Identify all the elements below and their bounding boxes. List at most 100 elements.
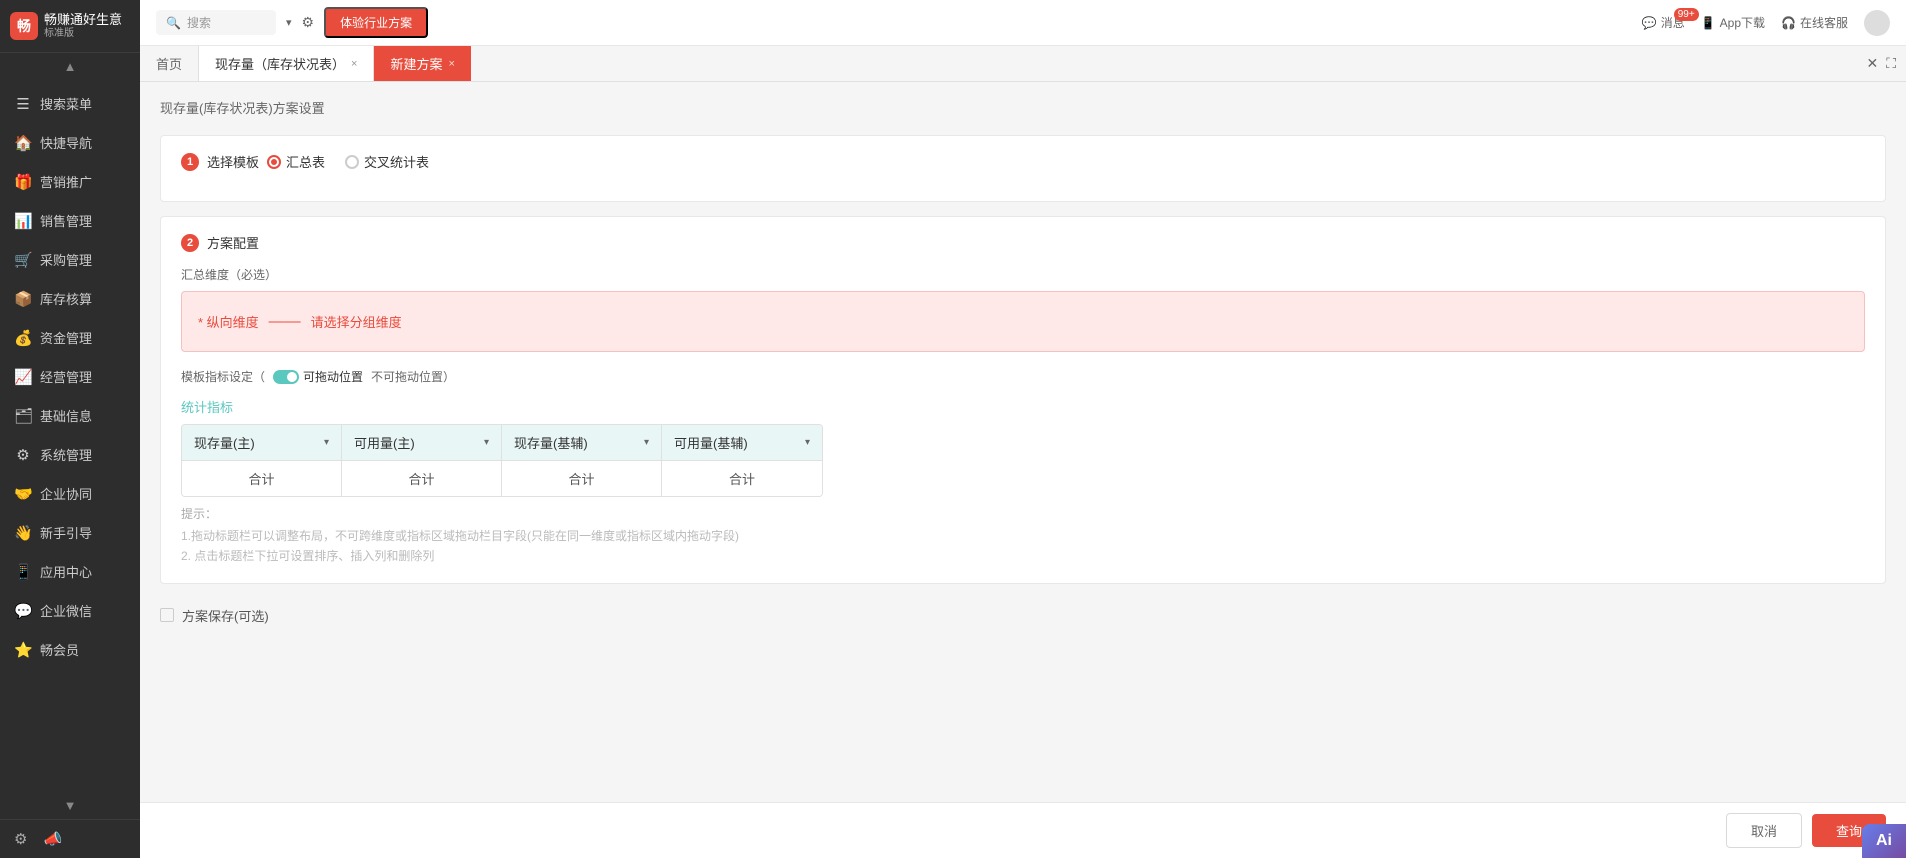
nav-icon-6: 💰 (14, 329, 32, 347)
topbar-right: 💬 消息 99+ 📱 App下载 🎧 在线客服 (1642, 10, 1890, 36)
sidebar-item-9[interactable]: ⚙ 系统管理 (0, 435, 140, 474)
sidebar-item-12[interactable]: 📱 应用中心 (0, 552, 140, 591)
stats-header-cell-1[interactable]: 可用量(主)▾ (342, 425, 502, 460)
template-radio-group: 汇总表 交叉统计表 (267, 152, 429, 171)
step2-badge: 2 (181, 234, 199, 252)
logo-sub: 标准版 (44, 28, 122, 40)
nav-icon-5: 📦 (14, 290, 32, 308)
search-box[interactable]: 🔍 搜索 (156, 10, 276, 35)
stats-header-cell-3[interactable]: 可用量(基辅) ▾ (662, 425, 822, 460)
summary-label: 汇总维度（必选） (181, 266, 1865, 283)
trial-button[interactable]: 体验行业方案 (324, 7, 428, 38)
search-icon: 🔍 (166, 16, 181, 30)
dimension-placeholder-text: 请选择分组维度 (311, 312, 402, 331)
tabbar: 首页 现存量（库存状况表） × 新建方案 × ✕ ⛶ (140, 46, 1906, 82)
radio-cross-label: 交叉统计表 (364, 152, 429, 171)
tab-inventory[interactable]: 现存量（库存状况表） × (199, 46, 374, 81)
toggle-movable[interactable]: 可拖动位置 (273, 368, 363, 385)
tab-new-close[interactable]: × (448, 58, 454, 70)
headset-icon: 🎧 (1781, 16, 1796, 30)
chevron-down-icon-1[interactable]: ▾ (484, 437, 489, 448)
tab-new[interactable]: 新建方案 × (374, 46, 470, 81)
gear-icon[interactable]: ⚙ (302, 14, 315, 31)
topbar: 🔍 搜索 ▾ ⚙ 体验行业方案 💬 消息 99+ 📱 App下载 🎧 在线客服 (140, 0, 1906, 46)
speaker-icon[interactable]: 📣 (43, 830, 62, 848)
sidebar-item-4[interactable]: 🛒 采购管理 (0, 240, 140, 279)
chevron-down-icon-3[interactable]: ▾ (805, 437, 810, 448)
sidebar-item-2[interactable]: 🎁 营销推广 (0, 162, 140, 201)
tips-section: 提示： 1.拖动标题栏可以调整布局，不可跨维度或指标区域拖动栏目字段(只能在同一… (181, 505, 1865, 567)
stats-header-text-2: 现存量(基辅) (514, 433, 588, 452)
radio-summary[interactable]: 汇总表 (267, 152, 325, 171)
sidebar-item-8[interactable]: 🗂 基础信息 (0, 396, 140, 435)
message-badge: 99+ (1674, 8, 1699, 21)
tab-home-label: 首页 (156, 54, 182, 73)
nav-icon-8: 🗂 (14, 407, 32, 425)
sidebar-item-13[interactable]: 💬 企业微信 (0, 591, 140, 630)
dimension-placeholder: * 纵向维度 —— 请选择分组维度 (198, 312, 402, 331)
nav-label-10: 企业协同 (40, 484, 92, 503)
sidebar-item-1[interactable]: 🏠 快捷导航 (0, 123, 140, 162)
main-area: 🔍 搜索 ▾ ⚙ 体验行业方案 💬 消息 99+ 📱 App下载 🎧 在线客服 (140, 0, 1906, 858)
nav-label-5: 库存核算 (40, 289, 92, 308)
service-label: 在线客服 (1800, 14, 1848, 31)
tips-title: 提示： (181, 505, 1865, 522)
ai-float-button[interactable]: Ai (1862, 824, 1906, 858)
tab-close-btn[interactable]: ✕ (1866, 55, 1878, 72)
tab-bar-actions: ✕ ⛶ (1856, 55, 1906, 72)
stats-body-cell-0: 合计 (182, 461, 342, 496)
tab-expand-btn[interactable]: ⛶ (1886, 55, 1896, 72)
nav-label-8: 基础信息 (40, 406, 92, 425)
user-avatar[interactable] (1864, 10, 1890, 36)
sidebar-footer: ⚙ 📣 (0, 819, 140, 858)
sidebar-item-14[interactable]: ⭐ 畅会员 (0, 630, 140, 669)
scroll-up-btn[interactable]: ▲ (0, 53, 140, 80)
nav-label-6: 资金管理 (40, 328, 92, 347)
nav-label-0: 搜索菜单 (40, 94, 92, 113)
logo-icon: 畅 (10, 12, 38, 40)
stats-body-cell-1: 合计 (342, 461, 502, 496)
nav-label-1: 快捷导航 (40, 133, 92, 152)
nav-label-4: 采购管理 (40, 250, 92, 269)
stats-header-cell-0[interactable]: 现存量(主)▾ (182, 425, 342, 460)
radio-cross[interactable]: 交叉统计表 (345, 152, 429, 171)
dimension-box[interactable]: * 纵向维度 —— 请选择分组维度 (181, 291, 1865, 352)
settings-icon[interactable]: ⚙ (14, 830, 27, 848)
sidebar-logo: 畅 畅赚通好生意 标准版 (0, 0, 140, 53)
app-label: App下载 (1720, 14, 1765, 31)
sidebar-item-5[interactable]: 📦 库存核算 (0, 279, 140, 318)
logo-text: 畅赚通好生意 标准版 (44, 12, 122, 40)
footer-bar: 取消 查询 (140, 802, 1906, 858)
scroll-down-btn[interactable]: ▼ (0, 792, 140, 819)
toggle-box[interactable] (273, 370, 299, 384)
stats-header-cell-2[interactable]: 现存量(基辅) ▾ (502, 425, 662, 460)
radio-summary-label: 汇总表 (286, 152, 325, 171)
save-option[interactable]: 方案保存(可选) (160, 598, 1886, 633)
tab-inventory-label: 现存量（库存状况表） (215, 54, 345, 73)
stats-label: 统计指标 (181, 397, 1865, 416)
tab-inventory-close[interactable]: × (351, 58, 357, 70)
sidebar-item-11[interactable]: 👋 新手引导 (0, 513, 140, 552)
step1-header: 1 选择模板 汇总表 交叉统计表 (181, 152, 1865, 171)
sidebar-item-6[interactable]: 💰 资金管理 (0, 318, 140, 357)
sidebar-item-0[interactable]: ☰ 搜索菜单 (0, 84, 140, 123)
step1-badge: 1 (181, 153, 199, 171)
save-checkbox[interactable] (160, 608, 174, 622)
sidebar-item-3[interactable]: 📊 销售管理 (0, 201, 140, 240)
sidebar-item-7[interactable]: 📈 经营管理 (0, 357, 140, 396)
sidebar: 畅 畅赚通好生意 标准版 ▲ ☰ 搜索菜单 🏠 快捷导航 🎁 营销推广 📊 销售… (0, 0, 140, 858)
sidebar-item-10[interactable]: 🤝 企业协同 (0, 474, 140, 513)
online-service-button[interactable]: 🎧 在线客服 (1781, 14, 1848, 31)
dropdown-icon[interactable]: ▾ (286, 16, 292, 29)
nav-icon-9: ⚙ (14, 446, 32, 464)
chevron-down-icon-2[interactable]: ▾ (644, 437, 649, 448)
nav-icon-1: 🏠 (14, 134, 32, 152)
nav-label-12: 应用中心 (40, 562, 92, 581)
app-download-button[interactable]: 📱 App下载 (1701, 14, 1765, 31)
message-button[interactable]: 💬 消息 99+ (1642, 14, 1685, 31)
chevron-down-icon-0[interactable]: ▾ (324, 437, 329, 448)
stats-header-text-3: 可用量(基辅) (674, 433, 748, 452)
tab-home[interactable]: 首页 (140, 46, 199, 81)
step1-title: 选择模板 (207, 152, 259, 171)
cancel-button[interactable]: 取消 (1726, 813, 1802, 848)
